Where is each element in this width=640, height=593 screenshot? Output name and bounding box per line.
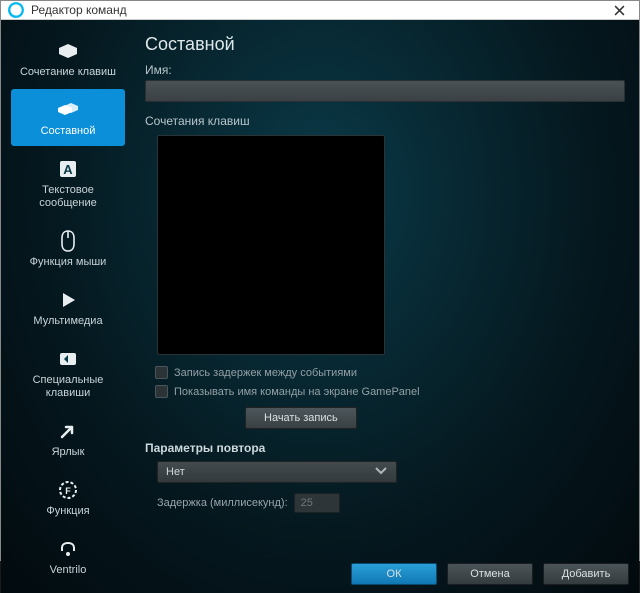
shortcut-arrow-icon [57, 420, 79, 442]
panel-title: Составной [145, 34, 625, 55]
close-button[interactable] [605, 1, 633, 19]
logitech-logo-icon [7, 1, 25, 19]
name-label: Имя: [145, 63, 625, 77]
start-recording-button[interactable]: Начать запись [245, 407, 357, 429]
cancel-label: Отмена [470, 568, 509, 580]
sidebar-item-keystroke[interactable]: Сочетание клавиш [11, 30, 125, 87]
checkbox-icon [155, 366, 168, 379]
show-gamepanel-row[interactable]: Показывать имя команды на экране GamePan… [155, 385, 625, 398]
gear-icon: F [57, 479, 79, 501]
titlebar: Редактор команд [1, 1, 639, 20]
ventrilo-icon [57, 538, 79, 560]
delay-input[interactable] [294, 493, 340, 513]
main-panel: Составной Имя: Сочетания клавиш Запись з… [129, 20, 639, 593]
keys-label: Сочетания клавиш [145, 114, 625, 128]
sidebar-item-multikey[interactable]: Составной [11, 89, 125, 146]
chevron-down-icon [374, 466, 388, 479]
record-delays-row[interactable]: Запись задержек между событиями [155, 366, 625, 379]
show-gamepanel-label: Показывать имя команды на экране GamePan… [174, 386, 420, 398]
sidebar-item-shortcut[interactable]: Ярлык [11, 410, 125, 467]
sidebar-item-function[interactable]: F Функция [11, 469, 125, 526]
checkbox-icon [155, 385, 168, 398]
close-icon [614, 5, 625, 16]
add-button[interactable]: Добавить [543, 563, 629, 585]
footer-buttons: ОК Отмена Добавить [351, 563, 629, 585]
add-label: Добавить [562, 568, 611, 580]
text-icon: A [57, 158, 79, 180]
sidebar-item-label: Ventrilo [50, 564, 87, 577]
name-input[interactable] [145, 80, 625, 102]
ok-button[interactable]: ОК [351, 563, 437, 585]
ok-label: ОК [387, 568, 402, 580]
sidebar-item-label: Специальные клавиши [15, 374, 121, 400]
window-title: Редактор команд [31, 3, 605, 17]
mouse-icon [57, 230, 79, 252]
sidebar-item-label: Сочетание клавиш [20, 66, 116, 79]
sidebar-item-label: Составной [41, 125, 96, 138]
multikey-icon [57, 99, 79, 121]
play-icon [57, 289, 79, 311]
keystroke-recording-area[interactable] [157, 135, 385, 355]
keystroke-icon [57, 40, 79, 62]
svg-text:F: F [65, 486, 71, 496]
repeat-section-title: Параметры повтора [145, 441, 625, 455]
sidebar-item-label: Функция [46, 505, 89, 518]
sidebar-item-label: Ярлык [52, 446, 85, 459]
delay-label: Задержка (миллисекунд): [157, 497, 288, 509]
body: Сочетание клавиш Составной A Текстовое с… [1, 20, 639, 593]
sidebar-item-label: Текстовое сообщение [15, 184, 121, 210]
start-recording-label: Начать запись [264, 412, 338, 424]
sidebar-item-ventrilo[interactable]: Ventrilo [11, 528, 125, 585]
record-delays-label: Запись задержек между событиями [174, 367, 357, 379]
sidebar-item-label: Мультимедиа [33, 315, 102, 328]
sidebar-item-text[interactable]: A Текстовое сообщение [11, 148, 125, 218]
cancel-button[interactable]: Отмена [447, 563, 533, 585]
sidebar-item-special[interactable]: Специальные клавиши [11, 338, 125, 408]
delay-row: Задержка (миллисекунд): [157, 493, 625, 513]
svg-text:A: A [63, 162, 73, 177]
sidebar-item-media[interactable]: Мультимедиа [11, 279, 125, 336]
sidebar-item-mouse[interactable]: Функция мыши [11, 220, 125, 277]
sidebar-item-label: Функция мыши [30, 256, 107, 269]
special-key-icon [57, 348, 79, 370]
sidebar: Сочетание клавиш Составной A Текстовое с… [1, 20, 129, 593]
repeat-select[interactable]: Нет [157, 461, 397, 483]
repeat-value: Нет [166, 466, 185, 478]
command-editor-window: Редактор команд Сочетание клавиш Составн… [0, 0, 640, 561]
